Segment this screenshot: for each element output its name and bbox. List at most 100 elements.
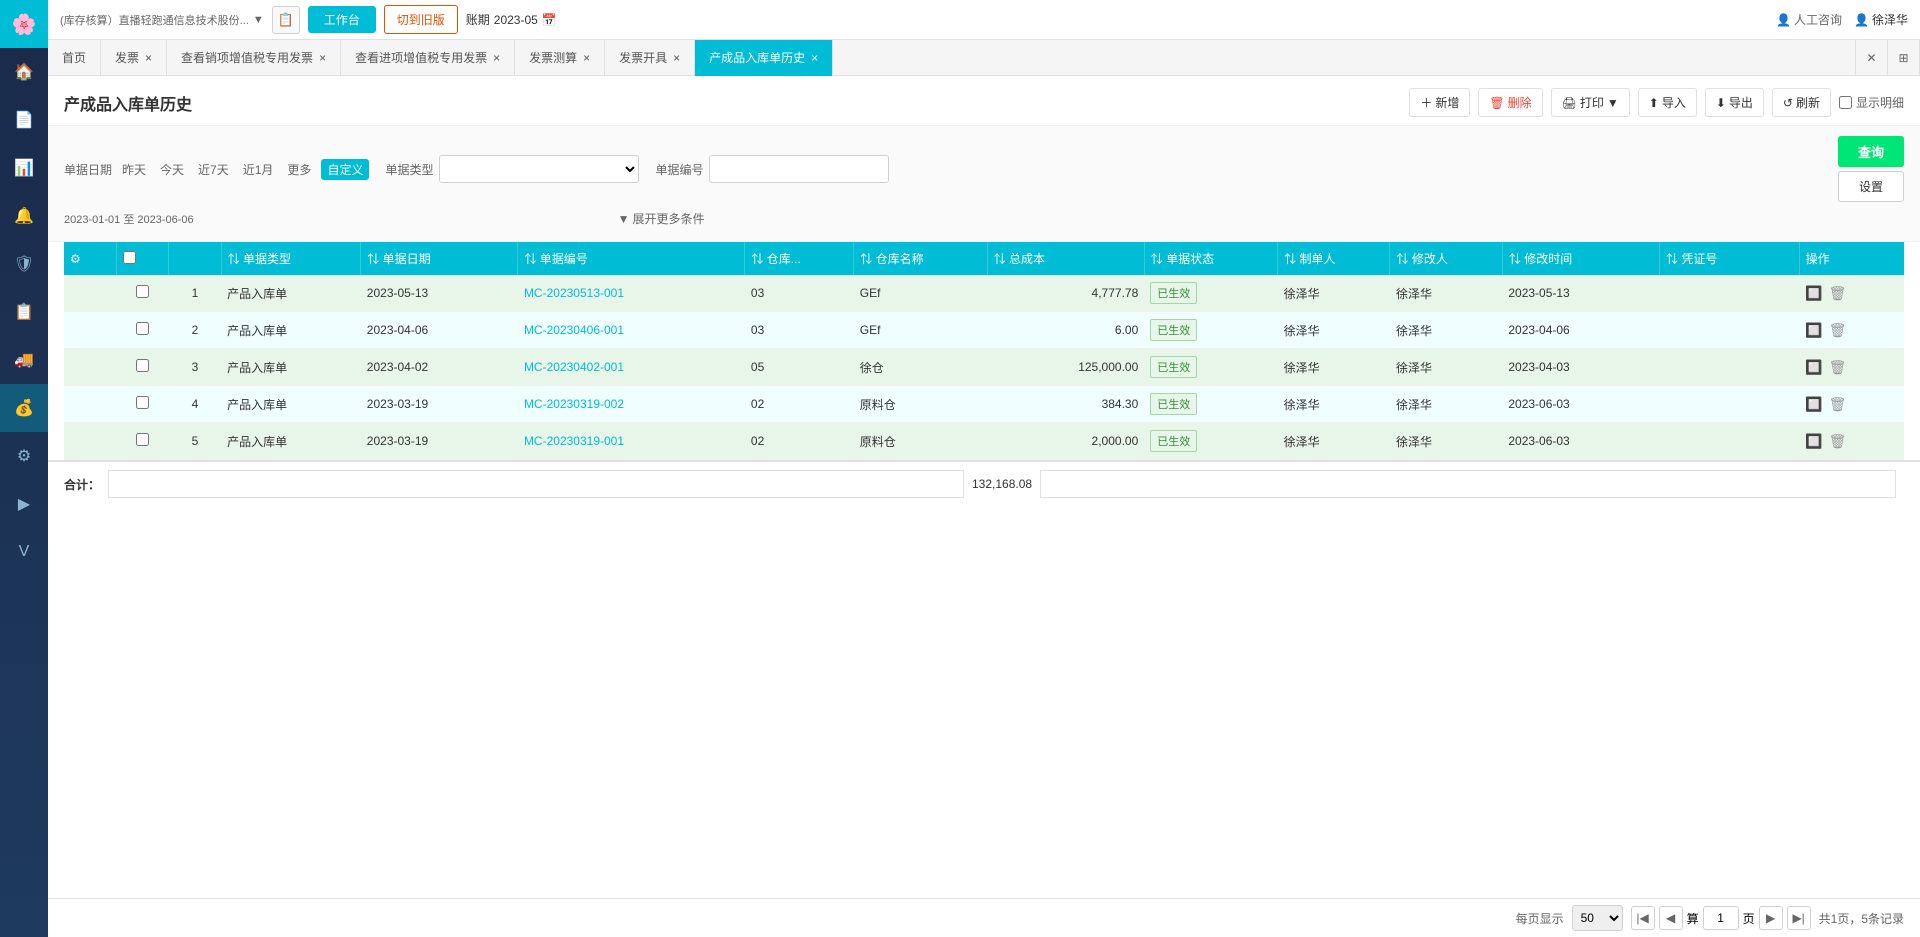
per-page-select[interactable]: 50 100 — [1572, 905, 1623, 931]
tab-calc-invoice[interactable]: 发票测算 × — [515, 40, 605, 76]
tab-check-purchase-close[interactable]: × — [493, 51, 500, 65]
show-detail-toggle[interactable]: 显示明细 — [1839, 94, 1904, 111]
tab-invoice[interactable]: 发票 × — [101, 40, 167, 76]
print-button[interactable]: 🖨 打印 ▼ — [1551, 88, 1630, 117]
row-delete-icon[interactable]: 🗑 — [1829, 322, 1847, 339]
first-page-btn[interactable]: |◀ — [1631, 906, 1655, 930]
show-detail-checkbox[interactable] — [1839, 96, 1852, 109]
col-creator-header[interactable]: ⇅ 制单人 — [1278, 242, 1390, 275]
company-dropdown-icon[interactable]: ▼ — [253, 14, 264, 26]
col-modifier-header[interactable]: ⇅ 修改人 — [1390, 242, 1502, 275]
sidebar-item-play[interactable]: ▶ — [0, 480, 48, 528]
import-button[interactable]: ⬆ 导入 — [1638, 88, 1697, 117]
date-today[interactable]: 今天 — [156, 159, 188, 180]
col-voucher-header[interactable]: ⇅ 凭证号 — [1659, 242, 1799, 275]
tab-home[interactable]: 首页 — [48, 40, 101, 76]
row-checkbox[interactable] — [136, 396, 149, 409]
tab-expand[interactable]: ⊞ — [1888, 40, 1920, 76]
select-all-checkbox[interactable] — [123, 251, 136, 264]
row-checkbox-cell[interactable] — [116, 423, 168, 460]
date-more[interactable]: 更多 — [283, 159, 315, 180]
tab-invoice-close[interactable]: × — [145, 51, 152, 65]
tab-product-history[interactable]: 产成品入库单历史 × — [695, 40, 833, 76]
row-delete-icon[interactable]: 🗑 — [1829, 285, 1847, 302]
document-icon-btn[interactable]: 📋 — [272, 6, 300, 34]
tab-open-close[interactable]: × — [673, 51, 680, 65]
row-checkbox[interactable] — [136, 359, 149, 372]
service-btn[interactable]: 👤 人工咨询 — [1776, 11, 1842, 28]
col-type-header[interactable]: ⇅ 单据类型 — [221, 242, 361, 275]
row-number-link[interactable]: MC-20230513-001 — [524, 286, 624, 300]
query-button[interactable]: 查询 — [1838, 136, 1904, 167]
row-number-link[interactable]: MC-20230319-001 — [524, 434, 624, 448]
row-number-cell[interactable]: MC-20230319-001 — [518, 423, 745, 460]
col-cost-header[interactable]: ⇅ 总成本 — [987, 242, 1144, 275]
app-logo[interactable]: 🌸 — [0, 0, 48, 48]
row-checkbox-cell[interactable] — [116, 386, 168, 423]
row-edit-icon[interactable]: 🔲 — [1805, 433, 1822, 450]
tab-calc-close[interactable]: × — [583, 51, 590, 65]
col-number-header[interactable]: ⇅ 单据编号 — [518, 242, 745, 275]
row-number-link[interactable]: MC-20230406-001 — [524, 323, 624, 337]
workspace-button[interactable]: 工作台 — [308, 6, 376, 33]
row-number-link[interactable]: MC-20230402-001 — [524, 360, 624, 374]
col-date-header[interactable]: ⇅ 单据日期 — [361, 242, 518, 275]
tab-check-purchase[interactable]: 查看进项增值税专用发票 × — [341, 40, 515, 76]
next-page-btn[interactable]: ▶ — [1759, 906, 1783, 930]
company-selector[interactable]: (库存核算）直播轻跑通信息技术股份... ▼ — [60, 12, 264, 28]
col-settings[interactable]: ⚙ — [64, 242, 116, 275]
row-edit-icon[interactable]: 🔲 — [1805, 285, 1822, 302]
sidebar-item-docs[interactable]: 📄 — [0, 96, 48, 144]
sidebar-item-shipping[interactable]: 🚚 — [0, 336, 48, 384]
row-checkbox-cell[interactable] — [116, 312, 168, 349]
switch-btn[interactable]: 切到旧版 — [384, 5, 458, 34]
row-number-cell[interactable]: MC-20230319-002 — [518, 386, 745, 423]
export-button[interactable]: ⬇ 导出 — [1705, 88, 1764, 117]
col-check[interactable] — [116, 242, 168, 275]
col-warehouse-name-header[interactable]: ⇅ 仓库名称 — [854, 242, 987, 275]
date-1month[interactable]: 近1月 — [239, 159, 278, 180]
row-number-cell[interactable]: MC-20230513-001 — [518, 275, 745, 312]
sidebar-item-analytics[interactable]: 📊 — [0, 144, 48, 192]
row-delete-icon[interactable]: 🗑 — [1829, 359, 1847, 376]
sidebar-item-finance[interactable]: 💰 — [0, 384, 48, 432]
delete-button[interactable]: 🗑 删除 — [1478, 88, 1542, 117]
row-checkbox-cell[interactable] — [116, 349, 168, 386]
row-checkbox[interactable] — [136, 433, 149, 446]
user-menu[interactable]: 👤 徐泽华 — [1854, 11, 1908, 28]
prev-page-btn[interactable]: ◀ — [1659, 906, 1683, 930]
col-modify-time-header[interactable]: ⇅ 修改时间 — [1502, 242, 1659, 275]
row-number-cell[interactable]: MC-20230406-001 — [518, 312, 745, 349]
row-edit-icon[interactable]: 🔲 — [1805, 322, 1822, 339]
sidebar-item-list[interactable]: 📋 — [0, 288, 48, 336]
row-edit-icon[interactable]: 🔲 — [1805, 396, 1822, 413]
type-filter-select[interactable] — [439, 155, 639, 183]
col-status-header[interactable]: ⇅ 单据状态 — [1144, 242, 1277, 275]
tab-check-sales[interactable]: 查看销项增值税专用发票 × — [167, 40, 341, 76]
tab-close-all[interactable]: ✕ — [1856, 40, 1888, 76]
row-number-cell[interactable]: MC-20230402-001 — [518, 349, 745, 386]
sidebar-item-alerts[interactable]: 🔔 — [0, 192, 48, 240]
expand-more-btn[interactable]: ▼ 展开更多条件 — [610, 206, 713, 231]
tab-check-sales-close[interactable]: × — [319, 51, 326, 65]
row-checkbox[interactable] — [136, 322, 149, 335]
sidebar-item-home[interactable]: 🏠 — [0, 48, 48, 96]
number-filter-input[interactable] — [709, 155, 889, 183]
date-yesterday[interactable]: 昨天 — [118, 159, 150, 180]
row-delete-icon[interactable]: 🗑 — [1829, 433, 1847, 450]
date-custom[interactable]: 自定义 — [321, 159, 369, 180]
add-button[interactable]: ＋ 新增 — [1409, 88, 1470, 117]
tab-open-invoice[interactable]: 发票开具 × — [605, 40, 695, 76]
page-number-input[interactable] — [1703, 906, 1739, 930]
col-warehouse-code-header[interactable]: ⇅ 仓库... — [745, 242, 854, 275]
refresh-button[interactable]: ↺ 刷新 — [1772, 88, 1831, 117]
date-7days[interactable]: 近7天 — [194, 159, 233, 180]
period-calendar-icon[interactable]: 📅 — [542, 13, 557, 27]
row-number-link[interactable]: MC-20230319-002 — [524, 397, 624, 411]
row-checkbox-cell[interactable] — [116, 275, 168, 312]
last-page-btn[interactable]: ▶| — [1787, 906, 1811, 930]
row-delete-icon[interactable]: 🗑 — [1829, 396, 1847, 413]
row-edit-icon[interactable]: 🔲 — [1805, 359, 1822, 376]
row-checkbox[interactable] — [136, 285, 149, 298]
tab-product-close[interactable]: × — [811, 51, 818, 65]
